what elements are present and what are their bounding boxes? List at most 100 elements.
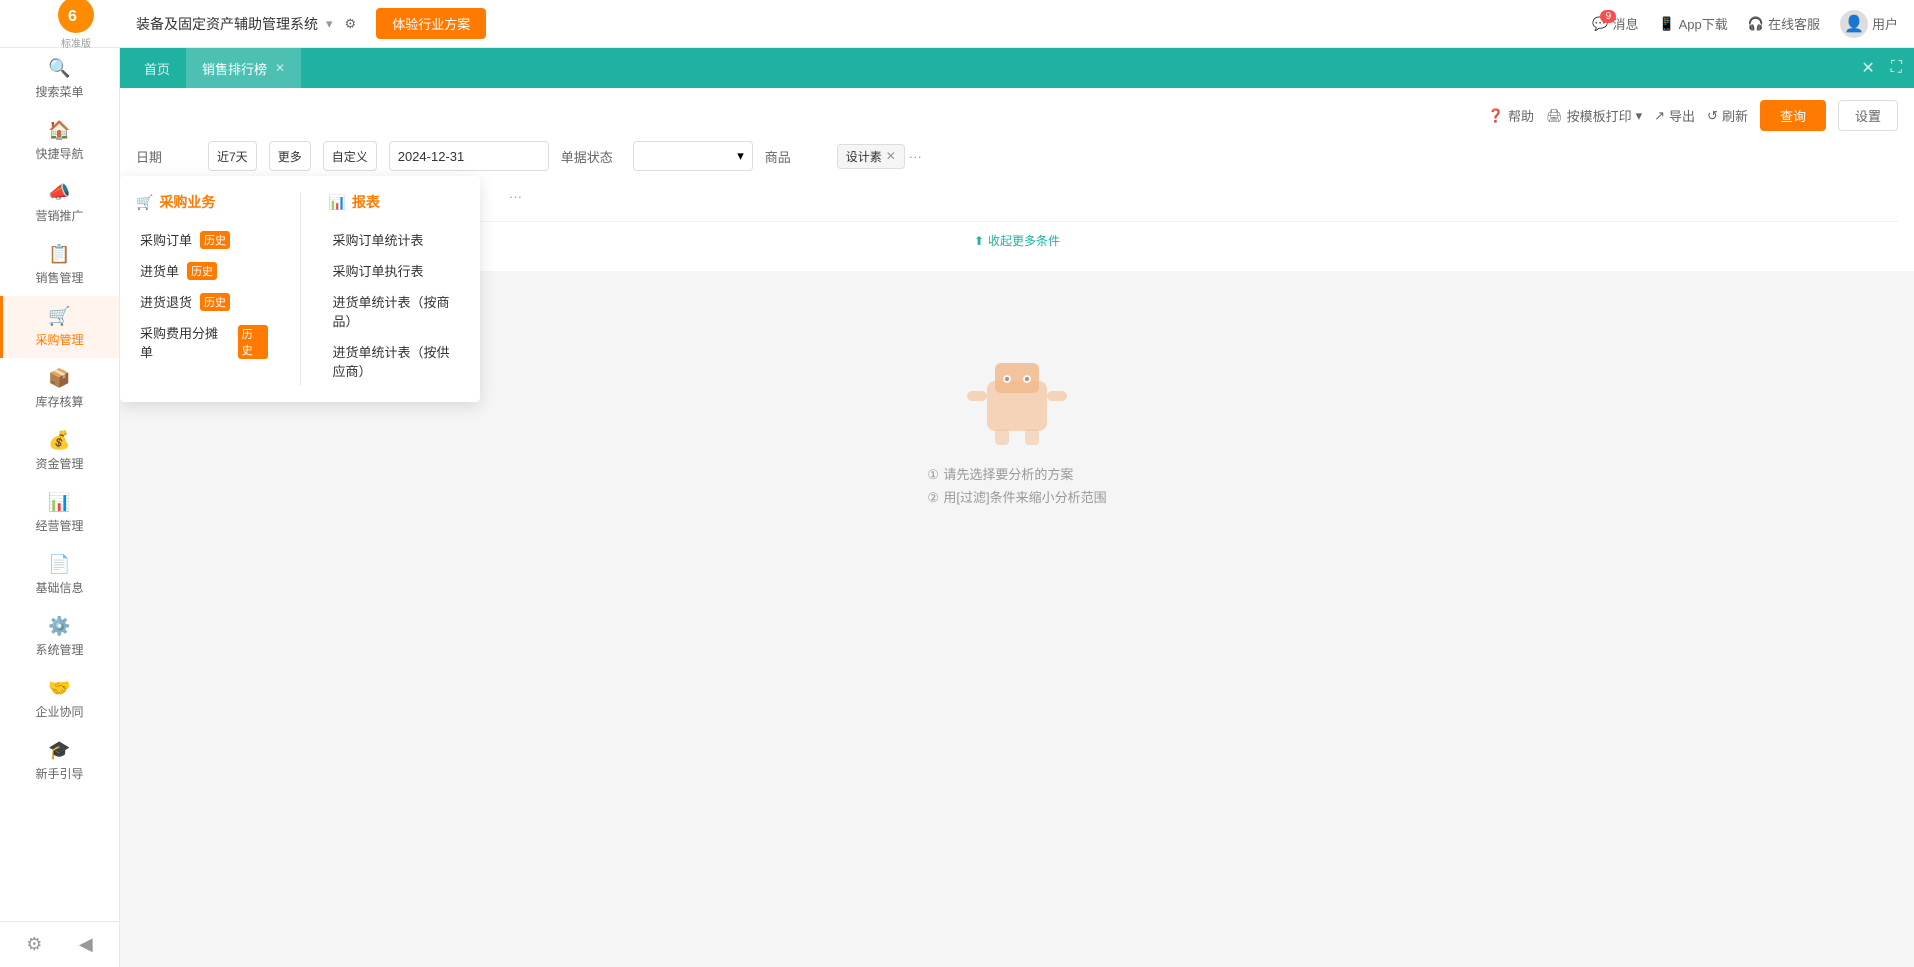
logo-subtitle: 标准版 bbox=[61, 35, 91, 50]
refresh-button[interactable]: ↺ 刷新 bbox=[1707, 106, 1748, 125]
goods-tag[interactable]: 设计素 ✕ bbox=[837, 144, 905, 169]
sidebar-settings-btn[interactable]: ⚙ bbox=[22, 930, 46, 959]
sidebar-item-marketing[interactable]: 📣 营销推广 bbox=[0, 172, 119, 234]
system-settings-icon[interactable]: ⚙ bbox=[345, 16, 357, 32]
report-section: 📊 报表 采购订单统计表 采购订单执行表 进货单统计表（按商品） 进货单统计表（… bbox=[329, 192, 465, 386]
goods-receipt-label: 进货单 bbox=[140, 261, 179, 280]
purchase-expense-label: 采购费用分摊单 bbox=[140, 323, 230, 361]
collapse-button[interactable]: ⬆ 收起更多条件 bbox=[974, 226, 1060, 255]
sidebar-item-enterprise-collab[interactable]: 🤝 企业协同 bbox=[0, 668, 119, 730]
purchase-order-history[interactable]: 历史 bbox=[200, 231, 230, 249]
print-label: 按模板打印 bbox=[1567, 106, 1632, 125]
tab-bar-resize-icon[interactable]: ⛶ bbox=[1887, 55, 1906, 81]
sidebar-item-search-menu[interactable]: 🔍 搜索菜单 bbox=[0, 48, 119, 110]
tab-bar-close-icon[interactable]: ✕ bbox=[1857, 54, 1878, 82]
goods-dots[interactable]: ··· bbox=[909, 149, 922, 164]
goods-stat-by-goods-label: 进货单统计表（按商品） bbox=[333, 292, 461, 330]
menu-item-purchase-order-stat[interactable]: 采购订单统计表 bbox=[329, 224, 465, 255]
menu-item-goods-return[interactable]: 进货退货 历史 bbox=[136, 286, 272, 317]
trial-button[interactable]: 体验行业方案 bbox=[376, 8, 486, 39]
sidebar-label-quick-nav: 快捷导航 bbox=[35, 145, 83, 162]
page-content: ❓ 帮助 🖨 按模板打印 ▾ ↗ 导出 ↺ bbox=[120, 88, 1914, 967]
sidebar-label-finance: 资金管理 bbox=[35, 455, 83, 472]
sidebar-label-operations: 经营管理 bbox=[35, 517, 83, 534]
help-icon: ❓ bbox=[1488, 108, 1504, 124]
logo-area: 6 标准版 bbox=[16, 0, 136, 50]
sidebar-item-quick-nav[interactable]: 🏠 快捷导航 bbox=[0, 110, 119, 172]
menu-item-purchase-order-exec[interactable]: 采购订单执行表 bbox=[329, 255, 465, 286]
user-item[interactable]: 👤 用户 bbox=[1840, 10, 1898, 38]
notification-item[interactable]: 💬 9 消息 bbox=[1592, 14, 1638, 33]
customer-dots[interactable]: ··· bbox=[509, 189, 522, 204]
top-header: 6 标准版 装备及固定资产辅助管理系统 ▾ ⚙ 体验行业方案 💬 9 消息 📱 … bbox=[0, 0, 1914, 48]
notification-badge: 💬 9 bbox=[1592, 16, 1608, 32]
phone-icon: 📱 bbox=[1658, 16, 1674, 32]
print-icon: 🖨 bbox=[1546, 108, 1563, 124]
purchase-expense-history[interactable]: 历史 bbox=[238, 325, 268, 359]
sidebar-label-inventory: 库存核算 bbox=[35, 393, 83, 410]
sidebar-label-enterprise-collab: 企业协同 bbox=[35, 703, 83, 720]
app-download-item[interactable]: 📱 App下载 bbox=[1658, 14, 1727, 33]
date-shortcut-label: 近7天 bbox=[217, 148, 248, 165]
print-button[interactable]: 🖨 按模板打印 ▾ bbox=[1546, 106, 1642, 125]
purchase-section-icon: 🛒 bbox=[136, 194, 153, 211]
goods-stat-by-supplier-label: 进货单统计表（按供应商） bbox=[333, 342, 461, 380]
goods-return-history[interactable]: 历史 bbox=[200, 293, 230, 311]
toolbar-right: ❓ 帮助 🖨 按模板打印 ▾ ↗ 导出 ↺ bbox=[1488, 100, 1898, 131]
query-button[interactable]: 查询 bbox=[1760, 100, 1826, 131]
quick-nav-icon: 🏠 bbox=[48, 120, 70, 141]
sidebar-item-finance[interactable]: 💰 资金管理 bbox=[0, 420, 119, 482]
sidebar-item-new-guide[interactable]: 🎓 新手引导 bbox=[0, 730, 119, 792]
date-shortcut-custom[interactable]: 自定义 bbox=[323, 141, 377, 171]
marketing-icon: 📣 bbox=[48, 182, 70, 203]
empty-illustration bbox=[957, 351, 1077, 451]
sidebar-item-operations[interactable]: 📊 经营管理 bbox=[0, 482, 119, 544]
document-status-select[interactable]: ▾ bbox=[633, 141, 753, 171]
purchase-section-label: 采购业务 bbox=[159, 192, 215, 212]
refresh-icon: ↺ bbox=[1707, 108, 1718, 124]
filter-row-1: 日期 近7天 更多 自定义 2024-12-31 单据状态 bbox=[136, 141, 1898, 171]
purchase-section-title: 🛒 采购业务 bbox=[136, 192, 272, 212]
export-button[interactable]: ↗ 导出 bbox=[1654, 106, 1695, 125]
menu-item-goods-receipt[interactable]: 进货单 历史 bbox=[136, 255, 272, 286]
sidebar-label-system-mgmt: 系统管理 bbox=[35, 641, 83, 658]
date-shortcut-7days[interactable]: 近7天 bbox=[208, 141, 257, 171]
goods-tag-close[interactable]: ✕ bbox=[886, 149, 896, 163]
online-service-item[interactable]: 🎧 在线客服 bbox=[1748, 14, 1820, 33]
sidebar-item-sales-mgmt[interactable]: 📋 销售管理 bbox=[0, 234, 119, 296]
sidebar-item-inventory[interactable]: 📦 库存核算 bbox=[0, 358, 119, 420]
menu-item-purchase-order[interactable]: 采购订单 历史 bbox=[136, 224, 272, 255]
sidebar-label-search-menu: 搜索菜单 bbox=[35, 83, 83, 100]
date-label: 日期 bbox=[136, 147, 196, 166]
purchase-order-exec-label: 采购订单执行表 bbox=[333, 261, 424, 280]
help-label: 帮助 bbox=[1508, 106, 1534, 125]
tab-home-label: 首页 bbox=[144, 59, 170, 78]
purchase-dropdown-menu: 🛒 采购业务 采购订单 历史 进货单 历史 进货退货 历史 bbox=[120, 176, 480, 402]
menu-item-goods-stat-by-goods[interactable]: 进货单统计表（按商品） bbox=[329, 286, 465, 336]
sidebar-item-purchase-mgmt[interactable]: 🛒 采购管理 bbox=[0, 296, 119, 358]
sidebar-item-system-mgmt[interactable]: ⚙️ 系统管理 bbox=[0, 606, 119, 668]
goods-receipt-history[interactable]: 历史 bbox=[187, 262, 217, 280]
settings-button[interactable]: 设置 bbox=[1838, 100, 1898, 131]
sidebar-collapse-btn[interactable]: ◀ bbox=[75, 930, 97, 959]
sidebar-label-basic-info: 基础信息 bbox=[35, 579, 83, 596]
sidebar-item-basic-info[interactable]: 📄 基础信息 bbox=[0, 544, 119, 606]
empty-tip-2: 用[过滤]条件来缩小分析范围 bbox=[927, 486, 1106, 509]
headset-icon: 🎧 bbox=[1748, 16, 1764, 32]
report-section-icon: 📊 bbox=[329, 194, 346, 211]
menu-item-goods-stat-by-supplier[interactable]: 进货单统计表（按供应商） bbox=[329, 336, 465, 386]
sidebar-label-marketing: 营销推广 bbox=[35, 207, 83, 224]
report-section-title: 📊 报表 bbox=[329, 192, 465, 212]
system-mgmt-icon: ⚙️ bbox=[48, 616, 70, 637]
menu-item-purchase-expense[interactable]: 采购费用分摊单 历史 bbox=[136, 317, 272, 367]
help-button[interactable]: ❓ 帮助 bbox=[1488, 106, 1534, 125]
date-input[interactable]: 2024-12-31 bbox=[389, 141, 549, 171]
system-dropdown-arrow[interactable]: ▾ bbox=[326, 16, 333, 32]
tab-close-icon[interactable]: ✕ bbox=[275, 61, 285, 75]
tab-home[interactable]: 首页 bbox=[128, 48, 186, 88]
purchase-order-stat-label: 采购订单统计表 bbox=[333, 230, 424, 249]
header-right: 💬 9 消息 📱 App下载 🎧 在线客服 👤 用户 bbox=[1592, 10, 1898, 38]
tab-sales-rank[interactable]: 销售排行榜 ✕ bbox=[186, 48, 301, 88]
finance-icon: 💰 bbox=[48, 430, 70, 451]
date-shortcut-more[interactable]: 更多 bbox=[269, 141, 311, 171]
